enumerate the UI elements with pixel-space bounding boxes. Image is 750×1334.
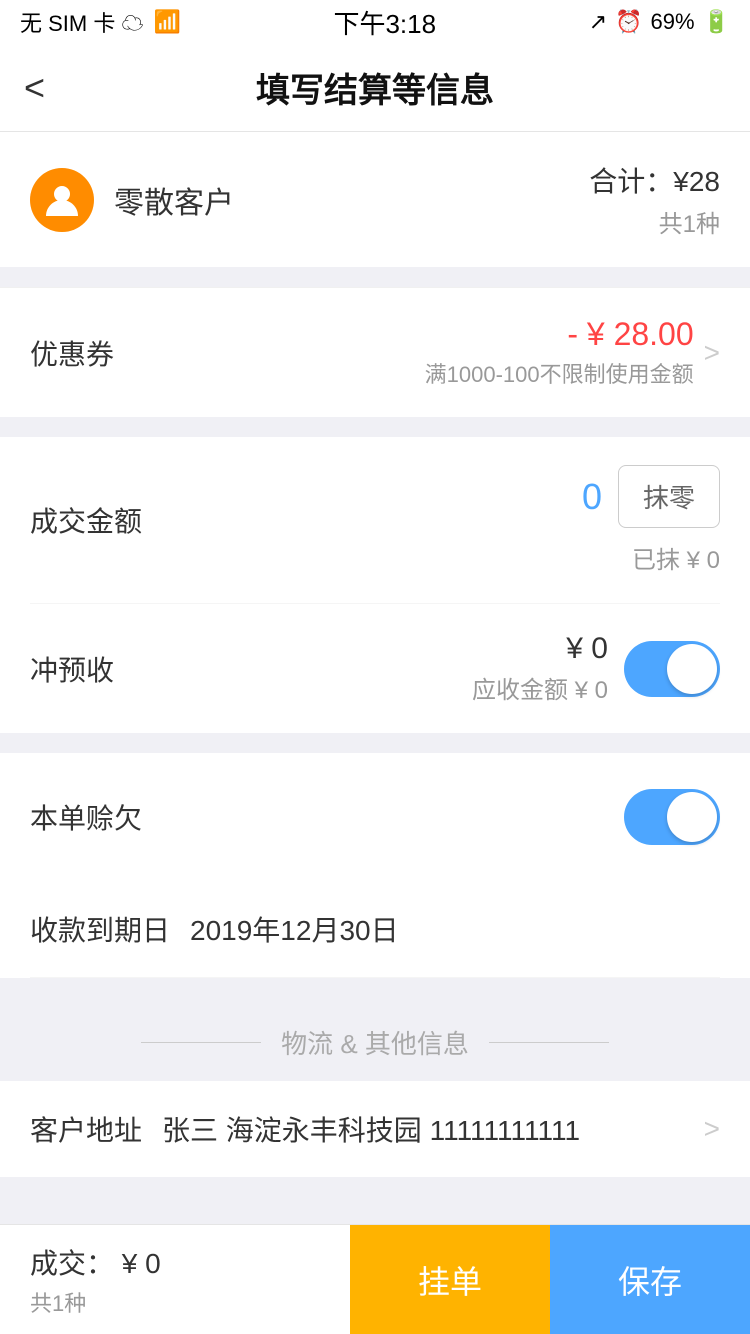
debt-section: 本单赊欠 收款到期日 2019年12月30日 <box>0 753 750 978</box>
deal-amount-value: 0 <box>582 476 602 518</box>
customer-name: 零散客户 <box>114 178 234 222</box>
content-area: 零散客户 合计：¥28 共1种 优惠券 - ¥ 28.00 满1000-100不… <box>0 132 750 1317</box>
coupon-text-block: - ¥ 28.00 满1000-100不限制使用金额 <box>425 316 694 389</box>
battery-level: 69% <box>651 9 695 35</box>
debt-toggle[interactable] <box>624 789 720 845</box>
customer-left: 零散客户 <box>30 168 234 232</box>
back-button[interactable]: < <box>24 67 45 109</box>
debt-row: 本单赊欠 <box>30 753 720 881</box>
due-date-value: 2019年12月30日 <box>190 909 399 949</box>
coupon-right: - ¥ 28.00 满1000-100不限制使用金额 > <box>425 316 720 389</box>
advance-toggle-knob <box>667 644 717 694</box>
coupon-arrow-icon: > <box>704 337 720 369</box>
advance-row: 冲预收 ¥ 0 应收金额 ¥ 0 <box>30 604 720 733</box>
advance-right: ¥ 0 应收金额 ¥ 0 <box>472 632 720 705</box>
deal-advance-section: 成交金额 0 抹零 已抹 ¥ 0 冲预收 ¥ 0 应收金额 ¥ 0 <box>0 437 750 733</box>
customer-section: 零散客户 合计：¥28 共1种 <box>0 132 750 267</box>
deal-amount-sub: 已抹 ¥ 0 <box>632 540 720 575</box>
coupon-section[interactable]: 优惠券 - ¥ 28.00 满1000-100不限制使用金额 > <box>0 287 750 417</box>
deal-amount-label: 成交金额 <box>30 500 142 540</box>
customer-avatar <box>30 168 94 232</box>
battery-icon: 🔋 <box>703 9 730 35</box>
debt-label: 本单赊欠 <box>30 797 142 837</box>
alarm-icon: ⏰ <box>615 9 642 35</box>
coupon-label: 优惠券 <box>30 333 114 373</box>
debt-toggle-knob <box>667 792 717 842</box>
bottom-deal-amount: 成交： ¥ 0 <box>30 1242 350 1282</box>
customer-count: 共1种 <box>589 204 720 239</box>
round-zero-button[interactable]: 抹零 <box>618 465 720 528</box>
sim-status: 无 SIM 卡 ☁ <box>20 6 143 38</box>
bottom-summary: 成交： ¥ 0 共1种 <box>0 1242 350 1318</box>
address-section[interactable]: 客户地址 张三 海淀永丰科技园 11111111111 > <box>0 1081 750 1177</box>
wifi-icon: 📶 <box>153 9 180 35</box>
location-icon: ↗ <box>589 9 607 35</box>
due-date-label: 收款到期日 <box>30 909 170 949</box>
page-title: 填写结算等信息 <box>256 63 494 112</box>
deal-amount-right: 0 抹零 <box>582 465 720 528</box>
address-label: 客户地址 <box>30 1109 142 1149</box>
hold-button[interactable]: 挂单 <box>350 1225 550 1334</box>
customer-right: 合计：¥28 共1种 <box>589 160 720 239</box>
advance-toggle[interactable] <box>624 641 720 697</box>
customer-total: 合计：¥28 <box>589 160 720 200</box>
address-row: 客户地址 张三 海淀永丰科技园 11111111111 > <box>30 1081 720 1177</box>
bottom-item-count: 共1种 <box>30 1286 350 1318</box>
advance-label: 冲预收 <box>30 649 114 689</box>
coupon-amount: - ¥ 28.00 <box>567 316 693 353</box>
coupon-desc: 满1000-100不限制使用金额 <box>425 357 694 389</box>
address-arrow-icon: > <box>704 1113 720 1145</box>
status-left: 无 SIM 卡 ☁ 📶 <box>20 6 181 38</box>
logistics-text: 物流 & 其他信息 <box>141 1024 609 1061</box>
bottom-bar: 成交： ¥ 0 共1种 挂单 保存 <box>0 1224 750 1334</box>
status-right: ↗ ⏰ 69% 🔋 <box>589 9 730 35</box>
advance-amount-block: ¥ 0 应收金额 ¥ 0 <box>472 632 608 705</box>
address-value: 张三 海淀永丰科技园 11111111111 <box>162 1109 704 1149</box>
status-bar: 无 SIM 卡 ☁ 📶 下午3:18 ↗ ⏰ 69% 🔋 <box>0 0 750 44</box>
due-date-row: 收款到期日 2019年12月30日 <box>30 881 720 978</box>
save-button[interactable]: 保存 <box>550 1225 750 1334</box>
nav-bar: < 填写结算等信息 <box>0 44 750 132</box>
status-time: 下午3:18 <box>333 4 436 41</box>
advance-sub: 应收金额 ¥ 0 <box>472 670 608 705</box>
advance-amount: ¥ 0 <box>472 632 608 666</box>
deal-amount-row: 成交金额 0 抹零 已抹 ¥ 0 <box>30 437 720 604</box>
logistics-divider: 物流 & 其他信息 <box>0 998 750 1081</box>
